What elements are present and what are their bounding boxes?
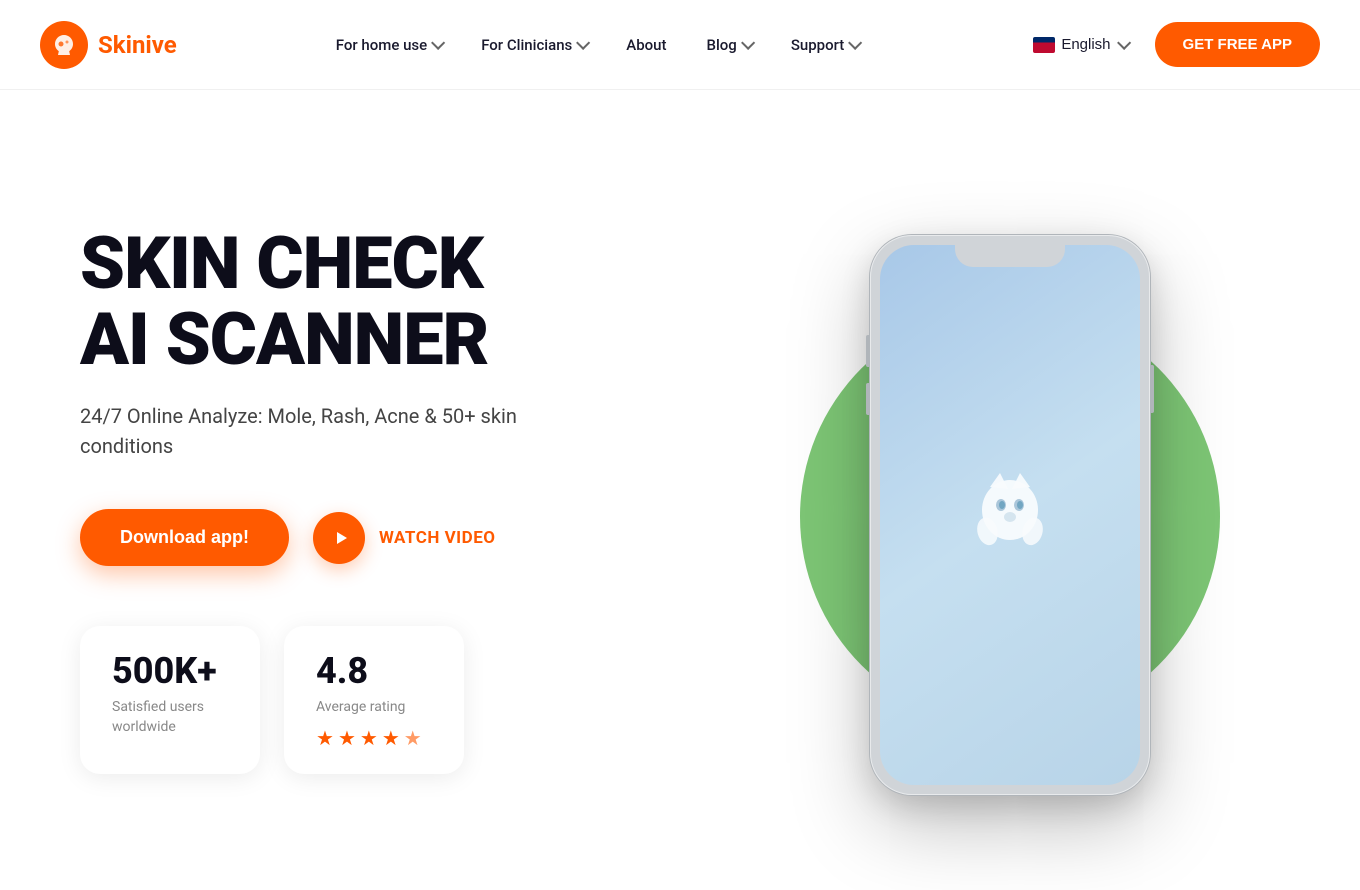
star-2: ★: [338, 726, 356, 750]
star-3: ★: [360, 726, 378, 750]
users-count: 500K+: [112, 650, 228, 692]
logo-text: Skinive: [98, 31, 177, 59]
hero-section: SKIN CHECK AI SCANNER 24/7 Online Analyz…: [0, 90, 1360, 890]
star-1: ★: [316, 726, 334, 750]
nav-links: For home use For Clinicians About Blog S…: [320, 28, 875, 62]
star-rating: ★ ★ ★ ★ ★: [316, 726, 432, 750]
app-screen-logo: [955, 460, 1065, 570]
phone-volume-btn-1: [866, 335, 870, 367]
nav-item-clinicians[interactable]: For Clinicians: [465, 28, 602, 62]
chevron-down-icon: [848, 35, 862, 49]
hero-actions: Download app! WATCH VIDEO: [80, 509, 700, 566]
phone-frame: [870, 235, 1150, 795]
download-button[interactable]: Download app!: [80, 509, 289, 566]
nav-right: English GET FREE APP: [1017, 22, 1320, 67]
users-label: Satisfied users worldwide: [112, 698, 228, 737]
logo-icon: [40, 21, 88, 69]
phone-notch: [955, 245, 1065, 267]
chevron-down-icon: [1117, 35, 1131, 49]
stat-card-users: 500K+ Satisfied users worldwide: [80, 626, 260, 774]
logo[interactable]: Skinive: [40, 21, 177, 69]
watch-video-label: WATCH VIDEO: [379, 528, 495, 548]
stats-row: 500K+ Satisfied users worldwide 4.8 Aver…: [80, 626, 700, 774]
flag-icon: [1033, 37, 1055, 53]
language-selector[interactable]: English: [1017, 28, 1142, 61]
nav-item-blog[interactable]: Blog: [691, 28, 767, 62]
navbar: Skinive For home use For Clinicians Abou…: [0, 0, 1360, 90]
star-half: ★: [404, 726, 422, 750]
nav-item-about[interactable]: About: [610, 28, 682, 62]
phone-mockup: [870, 235, 1150, 795]
play-button[interactable]: [313, 512, 365, 564]
stat-card-rating: 4.8 Average rating ★ ★ ★ ★ ★: [284, 626, 464, 774]
phone-volume-btn-2: [866, 383, 870, 415]
nav-item-support[interactable]: Support: [775, 28, 874, 62]
chevron-down-icon: [741, 35, 755, 49]
watch-video-link[interactable]: WATCH VIDEO: [313, 512, 495, 564]
phone-power-btn: [1150, 365, 1154, 413]
hero-title: SKIN CHECK AI SCANNER: [80, 226, 700, 377]
nav-item-home-use[interactable]: For home use: [320, 28, 457, 62]
rating-number: 4.8: [316, 650, 432, 692]
star-4: ★: [382, 726, 400, 750]
hero-subtitle: 24/7 Online Analyze: Mole, Rash, Acne & …: [80, 401, 560, 461]
get-free-app-button[interactable]: GET FREE APP: [1155, 22, 1320, 67]
hero-phone: [700, 150, 1320, 850]
chevron-down-icon: [431, 35, 445, 49]
phone-screen: [880, 245, 1140, 785]
rating-label: Average rating: [316, 698, 432, 718]
hero-content: SKIN CHECK AI SCANNER 24/7 Online Analyz…: [80, 226, 700, 774]
chevron-down-icon: [576, 35, 590, 49]
